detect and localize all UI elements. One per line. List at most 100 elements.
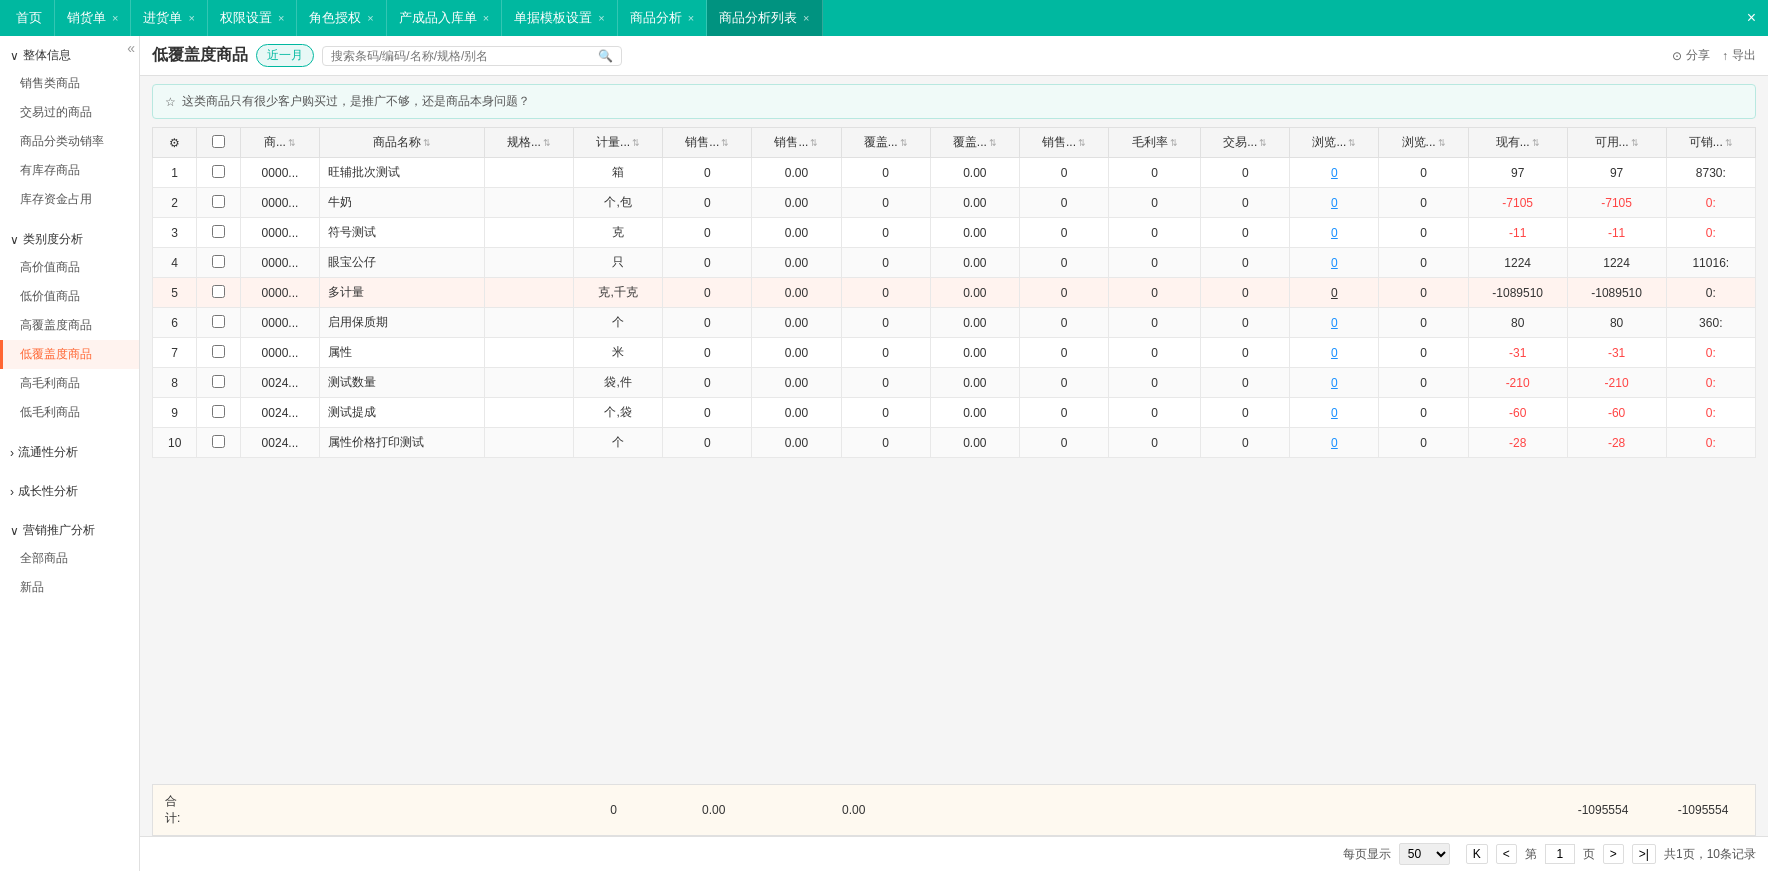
col-stock[interactable]: 现有...⇅ (1468, 128, 1567, 158)
row-browse1[interactable]: 0 (1290, 338, 1379, 368)
col-cover1[interactable]: 覆盖...⇅ (841, 128, 930, 158)
row-browse1[interactable]: 0 (1290, 278, 1379, 308)
tab-permissions[interactable]: 权限设置 × (208, 0, 297, 36)
sidebar-item-high-value[interactable]: 高价值商品 (0, 253, 139, 282)
col-saleable[interactable]: 可销...⇅ (1666, 128, 1755, 158)
sidebar-item-in-stock[interactable]: 有库存商品 (0, 156, 139, 185)
col-spec[interactable]: 规格...⇅ (484, 128, 573, 158)
row-select-checkbox[interactable] (212, 435, 225, 448)
row-browse1[interactable]: 0 (1290, 368, 1379, 398)
first-page-button[interactable]: K (1466, 844, 1488, 864)
col-browse2[interactable]: 浏览...⇅ (1379, 128, 1468, 158)
row-browse1[interactable]: 0 (1290, 308, 1379, 338)
col-settings[interactable]: ⚙ (153, 128, 197, 158)
row-browse1[interactable]: 0 (1290, 218, 1379, 248)
sidebar-item-sales-goods[interactable]: 销售类商品 (0, 69, 139, 98)
sidebar-item-traded-goods[interactable]: 交易过的商品 (0, 98, 139, 127)
sidebar-group-marketing[interactable]: ∨ 营销推广分析 (0, 517, 139, 544)
tab-product-analysis[interactable]: 商品分析 × (618, 0, 707, 36)
row-browse1[interactable]: 0 (1290, 248, 1379, 278)
prev-page-button[interactable]: < (1496, 844, 1517, 864)
next-page-button[interactable]: > (1603, 844, 1624, 864)
row-checkbox[interactable] (197, 398, 241, 428)
search-icon[interactable]: 🔍 (598, 49, 613, 63)
col-sale3[interactable]: 销售...⇅ (1019, 128, 1108, 158)
sidebar-collapse-button[interactable]: « (127, 40, 135, 56)
row-checkbox[interactable] (197, 158, 241, 188)
last-page-button[interactable]: >| (1632, 844, 1656, 864)
page-number-input[interactable] (1545, 844, 1575, 864)
tab-finished-goods[interactable]: 产成品入库单 × (387, 0, 502, 36)
search-input[interactable] (331, 49, 594, 63)
select-all-checkbox[interactable] (212, 135, 225, 148)
table-container[interactable]: ⚙ 商...⇅ 商品名称⇅ 规格...⇅ 计量...⇅ 销售...⇅ 销售...… (152, 127, 1756, 784)
col-sale-qty[interactable]: 销售...⇅ (663, 128, 752, 158)
sidebar-group-category[interactable]: ∨ 类别度分析 (0, 226, 139, 253)
row-select-checkbox[interactable] (212, 405, 225, 418)
row-saleable: 0: (1666, 398, 1755, 428)
row-checkbox[interactable] (197, 308, 241, 338)
row-select-checkbox[interactable] (212, 255, 225, 268)
col-browse1[interactable]: 浏览...⇅ (1290, 128, 1379, 158)
close-tab-finished[interactable]: × (483, 12, 489, 24)
sidebar-group-growth[interactable]: › 成长性分析 (0, 478, 139, 505)
sidebar-item-inventory-capital[interactable]: 库存资金占用 (0, 185, 139, 214)
row-browse1[interactable]: 0 (1290, 428, 1379, 458)
col-sale-amt[interactable]: 销售...⇅ (752, 128, 841, 158)
sidebar-group-circulation[interactable]: › 流通性分析 (0, 439, 139, 466)
tab-purchase[interactable]: 进货单 × (131, 0, 207, 36)
col-unit[interactable]: 计量...⇅ (574, 128, 663, 158)
row-select-checkbox[interactable] (212, 345, 225, 358)
tab-roles[interactable]: 角色授权 × (297, 0, 386, 36)
sidebar-item-high-coverage[interactable]: 高覆盖度商品 (0, 311, 139, 340)
close-tab-purchase[interactable]: × (188, 12, 194, 24)
export-button[interactable]: ↑ 导出 (1722, 47, 1756, 64)
col-name[interactable]: 商品名称⇅ (319, 128, 484, 158)
col-trade[interactable]: 交易...⇅ (1201, 128, 1290, 158)
sidebar-item-low-margin[interactable]: 低毛利商品 (0, 398, 139, 427)
sidebar-item-category-turnover[interactable]: 商品分类动销率 (0, 127, 139, 156)
row-checkbox[interactable] (197, 368, 241, 398)
close-tab-roles[interactable]: × (367, 12, 373, 24)
sidebar-item-low-coverage[interactable]: 低覆盖度商品 (0, 340, 139, 369)
close-app-button[interactable]: × (1739, 9, 1764, 27)
tab-product-analysis-list[interactable]: 商品分析列表 × (707, 0, 822, 36)
tab-template[interactable]: 单据模板设置 × (502, 0, 617, 36)
close-tab-permissions[interactable]: × (278, 12, 284, 24)
row-browse1[interactable]: 0 (1290, 158, 1379, 188)
row-checkbox[interactable] (197, 188, 241, 218)
row-select-checkbox[interactable] (212, 225, 225, 238)
sidebar-group-overall[interactable]: ∨ 整体信息 (0, 42, 139, 69)
sidebar-item-low-value[interactable]: 低价值商品 (0, 282, 139, 311)
close-tab-sales[interactable]: × (112, 12, 118, 24)
row-select-checkbox[interactable] (212, 285, 225, 298)
filter-recent-month[interactable]: 近一月 (256, 44, 314, 67)
sidebar-item-new-goods[interactable]: 新品 (0, 573, 139, 602)
row-select-checkbox[interactable] (212, 375, 225, 388)
col-checkbox-all[interactable] (197, 128, 241, 158)
share-button[interactable]: ⊙ 分享 (1672, 47, 1710, 64)
tab-sales[interactable]: 销货单 × (55, 0, 131, 36)
row-checkbox[interactable] (197, 218, 241, 248)
row-select-checkbox[interactable] (212, 165, 225, 178)
close-tab-template[interactable]: × (598, 12, 604, 24)
row-checkbox[interactable] (197, 428, 241, 458)
row-browse1[interactable]: 0 (1290, 188, 1379, 218)
col-cover2[interactable]: 覆盖...⇅ (930, 128, 1019, 158)
row-select-checkbox[interactable] (212, 195, 225, 208)
col-available[interactable]: 可用...⇅ (1567, 128, 1666, 158)
row-select-checkbox[interactable] (212, 315, 225, 328)
row-checkbox[interactable] (197, 338, 241, 368)
col-gross-margin[interactable]: 毛利率⇅ (1109, 128, 1201, 158)
col-code[interactable]: 商...⇅ (241, 128, 319, 158)
search-box[interactable]: 🔍 (322, 46, 622, 66)
tab-home[interactable]: 首页 (4, 0, 55, 36)
page-size-select[interactable]: 50 100 200 (1399, 843, 1450, 865)
row-checkbox[interactable] (197, 248, 241, 278)
sidebar-item-high-margin[interactable]: 高毛利商品 (0, 369, 139, 398)
close-tab-analysis-list[interactable]: × (803, 12, 809, 24)
row-browse1[interactable]: 0 (1290, 398, 1379, 428)
close-tab-product-analysis[interactable]: × (688, 12, 694, 24)
row-checkbox[interactable] (197, 278, 241, 308)
sidebar-item-all-goods[interactable]: 全部商品 (0, 544, 139, 573)
